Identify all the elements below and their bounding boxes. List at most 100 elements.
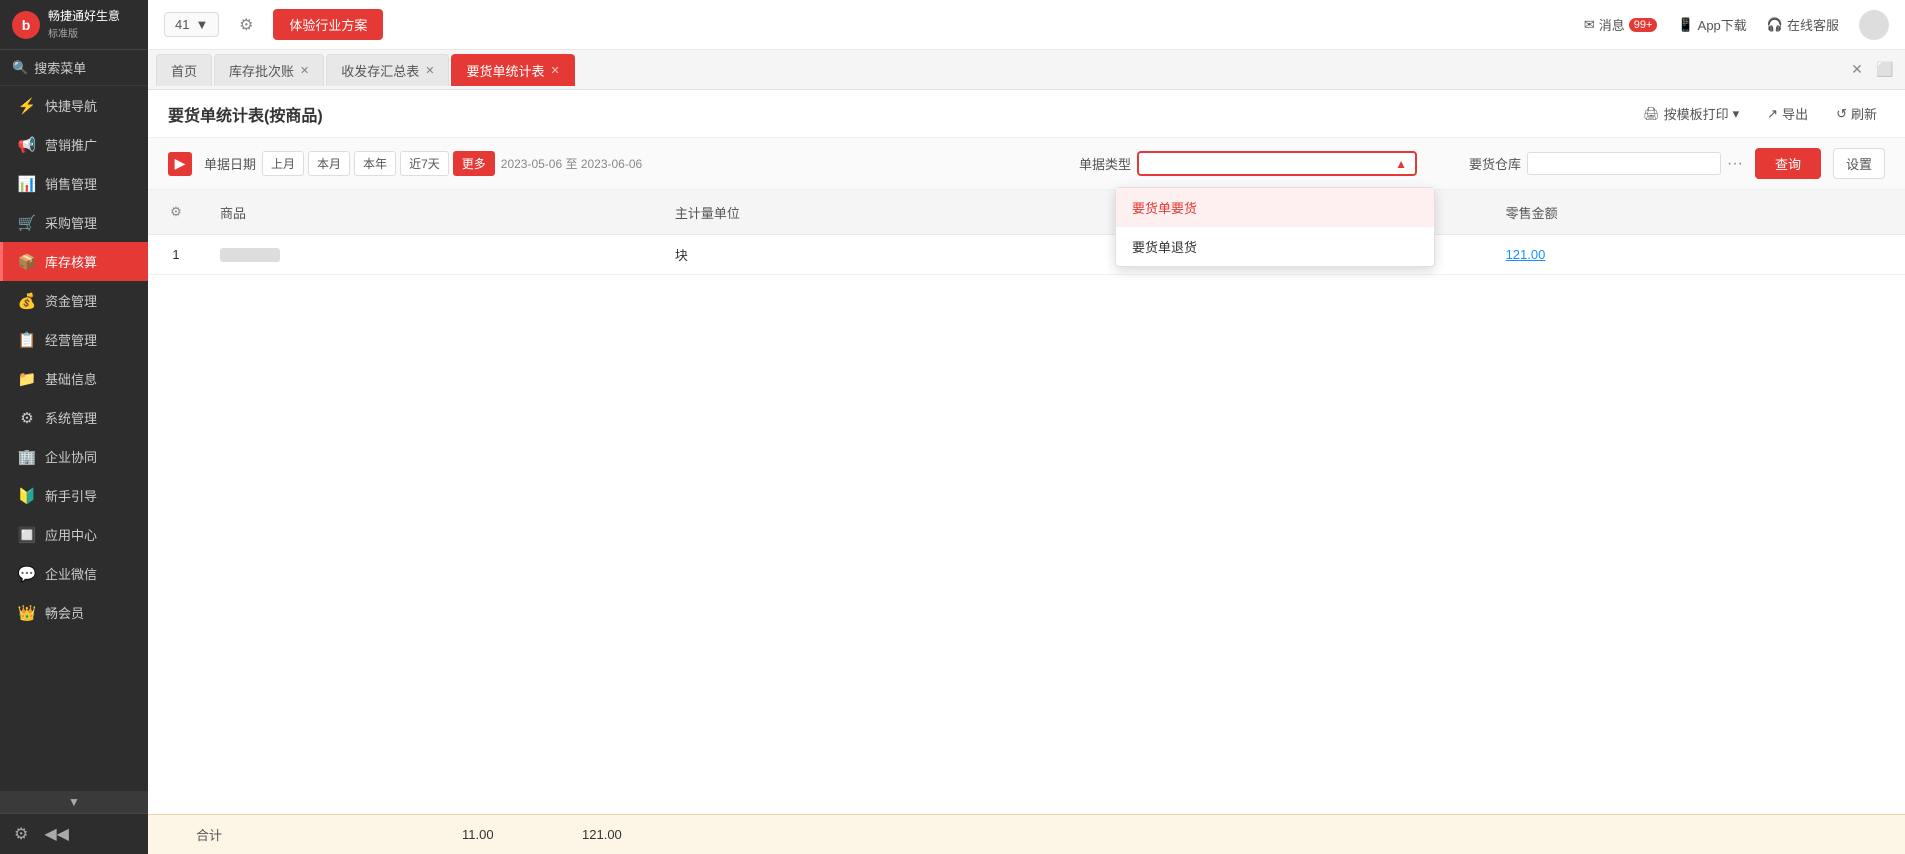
sidebar-item-purchase[interactable]: 🛒 采购管理 [0,203,148,242]
app-version: 标准版 [48,25,120,40]
tab-2[interactable]: 收发存汇总表✕ [326,54,449,86]
basic-info-icon: 📁 [17,370,37,388]
sidebar-item-finance[interactable]: 💰 资金管理 [0,281,148,320]
this-month-btn[interactable]: 本月 [308,151,350,176]
header-settings-btn[interactable]: ⚙ [231,10,261,40]
online-service-label: 在线客服 [1787,15,1839,34]
sidebar-footer: ⚙ ◀◀ [0,813,148,854]
dropdown-item-0[interactable]: 要货单要货 [1116,188,1434,227]
sidebar-scroll-down[interactable]: ▼ [0,791,148,813]
search-menu[interactable]: 🔍 搜索菜单 [0,50,148,86]
type-dropdown-icon[interactable]: ▲ [1395,157,1407,171]
dropdown-item-1[interactable]: 要货单退货 [1116,227,1434,266]
total-label: 合计 [164,825,222,844]
vip-icon: 👑 [17,604,37,622]
sidebar-item-quick-nav[interactable]: ⚡ 快捷导航 [0,86,148,125]
refresh-icon: ↺ [1836,106,1847,122]
tab-close-3[interactable]: ✕ [551,64,560,77]
trial-button[interactable]: 体验行业方案 [273,9,383,40]
tabs-right: ✕ ⬜ [1845,58,1897,82]
more-dates-btn[interactable]: 更多 [453,151,495,176]
user-avatar[interactable] [1859,10,1889,40]
page-title: 要货单统计表(按商品) [168,102,323,126]
sidebar-item-vip[interactable]: 👑 畅会员 [0,593,148,632]
tab-close-btn[interactable]: ✕ [1845,58,1869,82]
main-content: 41 ▼ ⚙ 体验行业方案 ✉ 消息 99+ 📱 App下载 🎧 在线客服 [148,0,1905,854]
settings-icon[interactable]: ⚙ [14,824,28,844]
query-button[interactable]: 查询 [1755,148,1821,179]
tab-expand-btn[interactable]: ⬜ [1873,58,1897,82]
row-amount-0: 121.00 [1490,235,1905,275]
page-actions: 🖨 按模板打印 ▾ ↗ 导出 ↺ 刷新 [1635,100,1885,127]
tab-1[interactable]: 库存批次账 ✕ [214,54,324,86]
sidebar-item-sales[interactable]: 📊 销售管理 [0,164,148,203]
sidebar-item-operations[interactable]: 📋 经营管理 [0,320,148,359]
sidebar-item-system[interactable]: ⚙ 系统管理 [0,398,148,437]
guide-icon: 🔰 [17,487,37,505]
date-label: 单据日期 [204,154,256,173]
print-template-btn[interactable]: 🖨 按模板打印 ▾ [1635,100,1747,127]
store-dropdown-icon: ▼ [195,17,208,32]
wechat-icon: 💬 [17,565,37,583]
type-input[interactable] [1147,156,1395,171]
table-row: 1 块 11.00 121.00 [148,235,1905,275]
filter-row: ▶ 单据日期 上月 本月 本年 近7天 更多 2023-05-06 至 2023… [148,138,1905,190]
app-download-btn[interactable]: 📱 App下载 [1677,15,1746,34]
refresh-btn[interactable]: ↺ 刷新 [1828,100,1885,127]
inventory-icon: 📦 [17,253,37,271]
messages-label: 消息 [1599,15,1625,34]
online-service-btn[interactable]: 🎧 在线客服 [1767,15,1839,34]
sidebar-item-inventory[interactable]: 📦 库存核算 [0,242,148,281]
row-product-0 [204,235,659,275]
data-table: ⚙ 商品 主计量单位 主数量 零售金额 1 块 11.00 121.00 [148,190,1905,275]
sidebar-item-app-center[interactable]: 🔲 应用中心 [0,515,148,554]
sidebar-item-wechat[interactable]: 💬 企业微信 [0,554,148,593]
print-chevron-icon: ▾ [1733,106,1740,122]
export-btn[interactable]: ↗ 导出 [1759,100,1816,127]
purchase-icon: 🛒 [17,214,37,232]
print-icon: 🖨 [1643,106,1660,122]
sidebar-item-basic-info[interactable]: 📁 基础信息 [0,359,148,398]
sidebar-item-enterprise[interactable]: 🏢 企业协同 [0,437,148,476]
type-input-container[interactable]: ▲ [1137,151,1417,176]
tab-0[interactable]: 首页 [156,54,212,86]
marketing-label: 营销推广 [45,135,97,154]
tab-label-0: 首页 [171,61,197,80]
export-icon: ↗ [1767,106,1778,122]
table-container: ⚙ 商品 主计量单位 主数量 零售金额 1 块 11.00 121.00 [148,190,1905,814]
col-header-product: 商品 [204,190,659,235]
messages-badge: 99+ [1629,18,1658,32]
messages-btn[interactable]: ✉ 消息 99+ [1584,15,1658,34]
app-name: 畅捷通好生意 [48,9,120,25]
warehouse-label: 要货仓库 [1469,154,1521,173]
last-month-btn[interactable]: 上月 [262,151,304,176]
sidebar-nav: ⚡ 快捷导航📢 营销推广📊 销售管理🛒 采购管理📦 库存核算💰 资金管理📋 经营… [0,86,148,791]
sidebar-item-guide[interactable]: 🔰 新手引导 [0,476,148,515]
vip-label: 畅会员 [45,603,84,622]
page-content: 要货单统计表(按商品) 🖨 按模板打印 ▾ ↗ 导出 ↺ 刷新 ▶ [148,90,1905,854]
tab-3[interactable]: 要货单统计表✕ [451,54,574,86]
tab-close-1[interactable]: ✕ [300,64,309,77]
sidebar-item-marketing[interactable]: 📢 营销推广 [0,125,148,164]
app-download-label: App下载 [1698,15,1747,34]
app-logo: b 畅捷通好生意 标准版 [0,0,148,50]
last-7-days-btn[interactable]: 近7天 [400,151,449,176]
finance-label: 资金管理 [45,291,97,310]
finance-icon: 💰 [17,292,37,310]
tab-close-2[interactable]: ✕ [425,64,434,77]
tab-label-1: 库存批次账 [229,61,294,80]
operations-icon: 📋 [17,331,37,349]
store-selector[interactable]: 41 ▼ [164,12,219,37]
phone-icon: 📱 [1677,17,1693,33]
refresh-label: 刷新 [1851,104,1877,123]
logo-icon: b [12,11,40,39]
collapse-icon[interactable]: ◀◀ [44,824,69,844]
this-year-btn[interactable]: 本年 [354,151,396,176]
warehouse-more-icon[interactable]: ··· [1727,155,1743,173]
sales-icon: 📊 [17,175,37,193]
wechat-label: 企业微信 [45,564,97,583]
warehouse-input[interactable] [1527,152,1721,175]
settings-small-button[interactable]: 设置 [1833,148,1885,179]
filter-expand-btn[interactable]: ▶ [168,152,192,176]
column-settings-icon[interactable]: ⚙ [164,200,188,224]
